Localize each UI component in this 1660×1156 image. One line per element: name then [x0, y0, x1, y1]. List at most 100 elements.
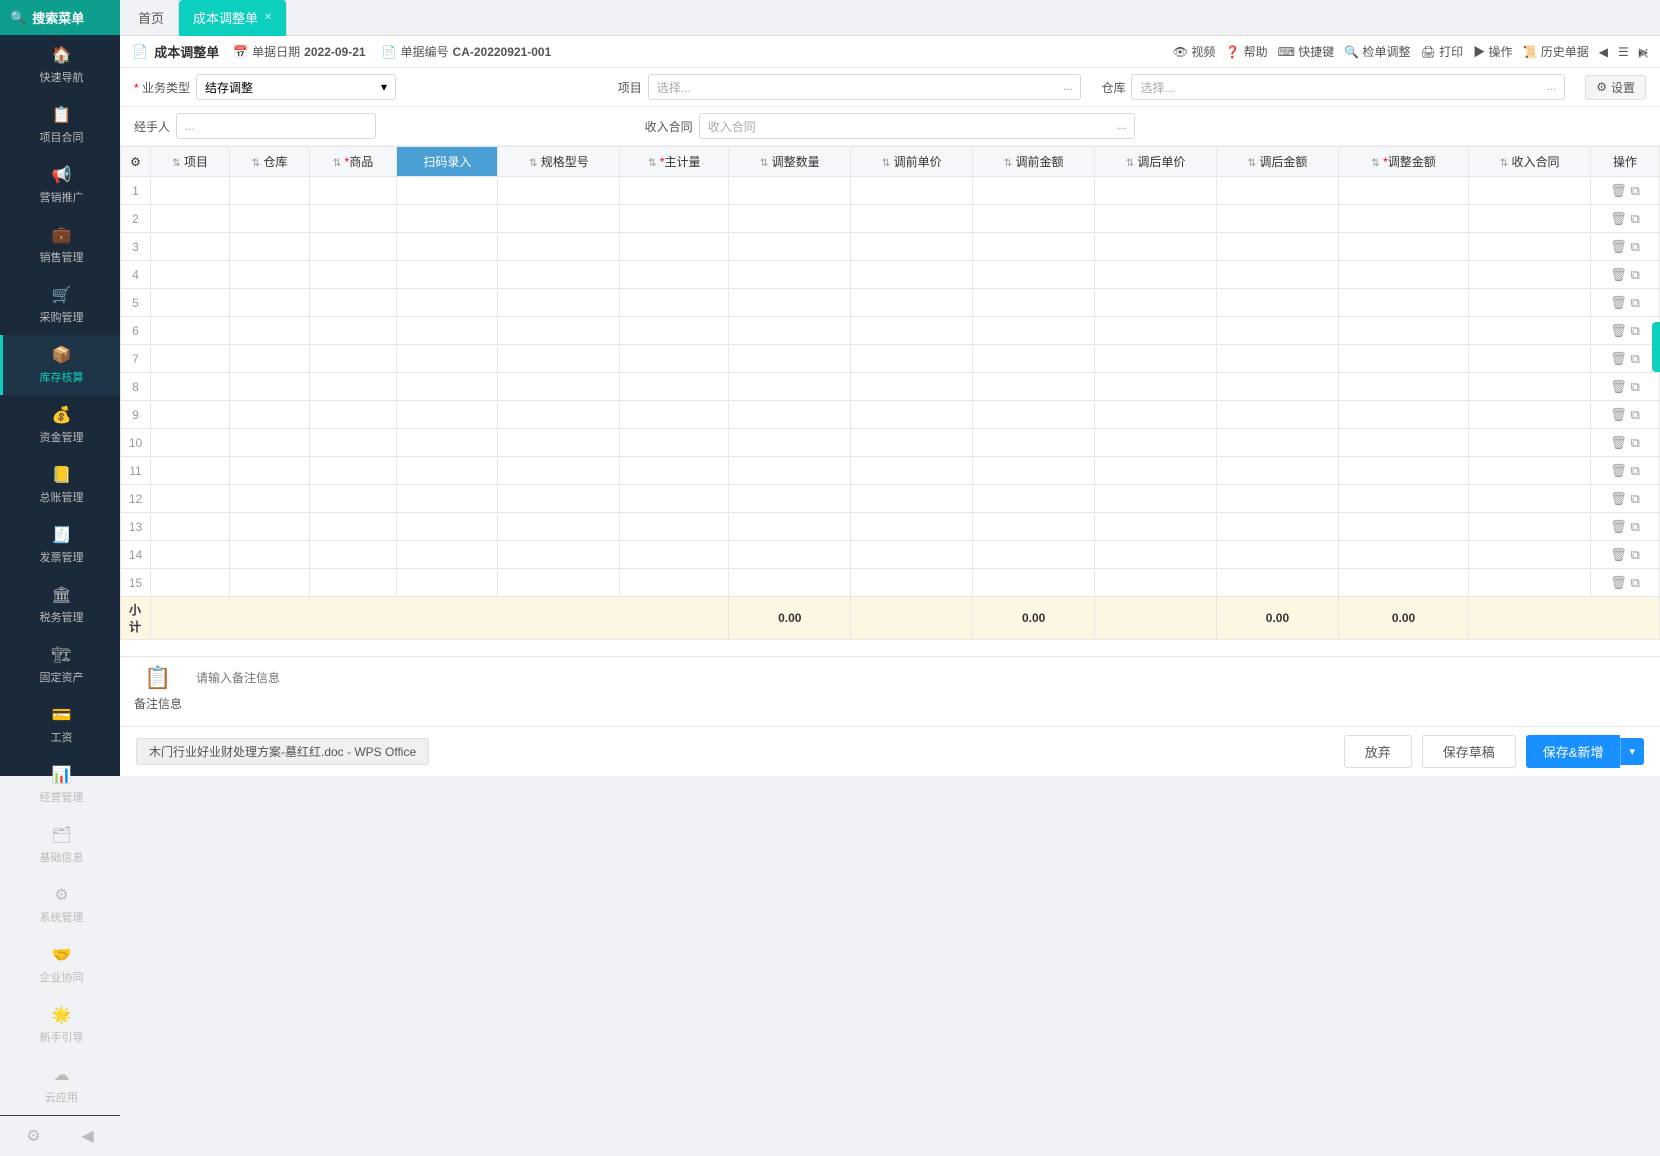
cell-post-amount[interactable] [1217, 541, 1339, 569]
cell-goods[interactable] [309, 205, 397, 233]
delete-icon[interactable]: 🗑 [1610, 239, 1627, 255]
cell-scan[interactable] [397, 485, 498, 513]
cell-pre-amount[interactable] [973, 177, 1095, 205]
cell-project[interactable] [151, 569, 230, 597]
sidebar-item-invoice-mgmt[interactable]: 🧾 发票管理 [0, 515, 120, 575]
help-action[interactable]: ❓ 帮助 [1225, 43, 1267, 60]
view-action[interactable]: 👁 视频 [1173, 43, 1216, 60]
cell-post-price[interactable] [1095, 513, 1217, 541]
cell-income-contract[interactable] [1469, 457, 1591, 485]
sidebar-item-sales-mgmt[interactable]: 💼 销售管理 [0, 215, 120, 275]
cell-goods[interactable] [309, 401, 397, 429]
cell-post-price[interactable] [1095, 429, 1217, 457]
cell-income-contract[interactable] [1469, 569, 1591, 597]
cell-adj-amount[interactable] [1338, 373, 1468, 401]
cell-project[interactable] [151, 205, 230, 233]
cell-post-price[interactable] [1095, 401, 1217, 429]
col-header-scan[interactable]: 扫码录入 [397, 147, 498, 177]
cell-unit[interactable] [620, 289, 729, 317]
cell-post-price[interactable] [1095, 289, 1217, 317]
sidebar-item-new-guide[interactable]: 🌟 新手引导 [0, 995, 120, 1055]
copy-icon[interactable]: ⧉ [1631, 295, 1640, 311]
cell-income-contract[interactable] [1469, 177, 1591, 205]
cell-project[interactable] [151, 317, 230, 345]
cell-scan[interactable] [397, 261, 498, 289]
history-action[interactable]: 📜 历史单据 [1522, 43, 1588, 60]
copy-icon[interactable]: ⧉ [1631, 239, 1640, 255]
cell-income-contract[interactable] [1469, 261, 1591, 289]
sidebar-item-ops-mgmt[interactable]: 📊 经营管理 [0, 755, 120, 815]
nav-list-btn[interactable]: ☰ [1618, 45, 1629, 59]
cell-scan[interactable] [397, 541, 498, 569]
delete-icon[interactable]: 🗑 [1610, 575, 1627, 591]
cell-project[interactable] [151, 233, 230, 261]
cell-warehouse[interactable] [230, 233, 309, 261]
cell-scan[interactable] [397, 289, 498, 317]
cell-scan[interactable] [397, 205, 498, 233]
cell-income-contract[interactable] [1469, 289, 1591, 317]
cell-warehouse[interactable] [230, 457, 309, 485]
cell-unit[interactable] [620, 205, 729, 233]
cell-adj-qty[interactable] [729, 289, 851, 317]
cell-goods[interactable] [309, 485, 397, 513]
cell-goods[interactable] [309, 177, 397, 205]
cell-goods[interactable] [309, 569, 397, 597]
cell-pre-price[interactable] [851, 429, 973, 457]
cell-goods[interactable] [309, 457, 397, 485]
cell-pre-amount[interactable] [973, 485, 1095, 513]
cell-scan[interactable] [397, 569, 498, 597]
delete-icon[interactable]: 🗑 [1610, 435, 1627, 451]
cell-unit[interactable] [620, 429, 729, 457]
cell-spec[interactable] [498, 373, 620, 401]
cell-post-price[interactable] [1095, 345, 1217, 373]
cell-scan[interactable] [397, 373, 498, 401]
copy-icon[interactable]: ⧉ [1631, 463, 1640, 479]
cell-unit[interactable] [620, 261, 729, 289]
cell-goods[interactable] [309, 317, 397, 345]
cell-unit[interactable] [620, 345, 729, 373]
cell-spec[interactable] [498, 541, 620, 569]
settings-button[interactable]: ⚙ 设置 [1585, 75, 1646, 100]
cell-pre-price[interactable] [851, 345, 973, 373]
copy-icon[interactable]: ⧉ [1631, 491, 1640, 507]
cell-project[interactable] [151, 429, 230, 457]
col-header-gear[interactable]: ⚙ [121, 147, 151, 177]
copy-icon[interactable]: ⧉ [1631, 379, 1640, 395]
cell-adj-amount[interactable] [1338, 513, 1468, 541]
cell-warehouse[interactable] [230, 513, 309, 541]
cell-unit[interactable] [620, 373, 729, 401]
cell-goods[interactable] [309, 429, 397, 457]
shortcut-action[interactable]: ⌨ 快捷键 [1278, 43, 1335, 60]
sidebar-item-ledger-mgmt[interactable]: 📒 总账管理 [0, 455, 120, 515]
tab-home[interactable]: 首页 [124, 0, 179, 36]
cell-post-price[interactable] [1095, 485, 1217, 513]
cell-warehouse[interactable] [230, 261, 309, 289]
cell-spec[interactable] [498, 289, 620, 317]
cell-unit[interactable] [620, 233, 729, 261]
cell-pre-amount[interactable] [973, 513, 1095, 541]
cell-income-contract[interactable] [1469, 233, 1591, 261]
cell-warehouse[interactable] [230, 289, 309, 317]
sidebar-item-inventory[interactable]: 📦 库存核算 [0, 335, 120, 395]
copy-icon[interactable]: ⧉ [1631, 407, 1640, 423]
cell-post-amount[interactable] [1217, 177, 1339, 205]
cell-adj-qty[interactable] [729, 513, 851, 541]
sidebar-item-sales-promo[interactable]: 📢 营销推广 [0, 155, 120, 215]
delete-icon[interactable]: 🗑 [1610, 267, 1627, 283]
cell-goods[interactable] [309, 345, 397, 373]
project-select[interactable]: 选择... ... [648, 74, 1082, 100]
cell-post-amount[interactable] [1217, 457, 1339, 485]
cell-adj-amount[interactable] [1338, 485, 1468, 513]
cell-project[interactable] [151, 541, 230, 569]
tab-cost-adjustment[interactable]: 成本调整单 ✕ [179, 0, 287, 36]
sidebar-item-cloud-app[interactable]: ☁ 云应用 [0, 1055, 120, 1115]
copy-icon[interactable]: ⧉ [1631, 435, 1640, 451]
cell-spec[interactable] [498, 261, 620, 289]
cell-scan[interactable] [397, 457, 498, 485]
cell-post-price[interactable] [1095, 569, 1217, 597]
cell-unit[interactable] [620, 457, 729, 485]
cell-goods[interactable] [309, 373, 397, 401]
cell-warehouse[interactable] [230, 429, 309, 457]
cell-adj-qty[interactable] [729, 569, 851, 597]
cell-adj-qty[interactable] [729, 373, 851, 401]
